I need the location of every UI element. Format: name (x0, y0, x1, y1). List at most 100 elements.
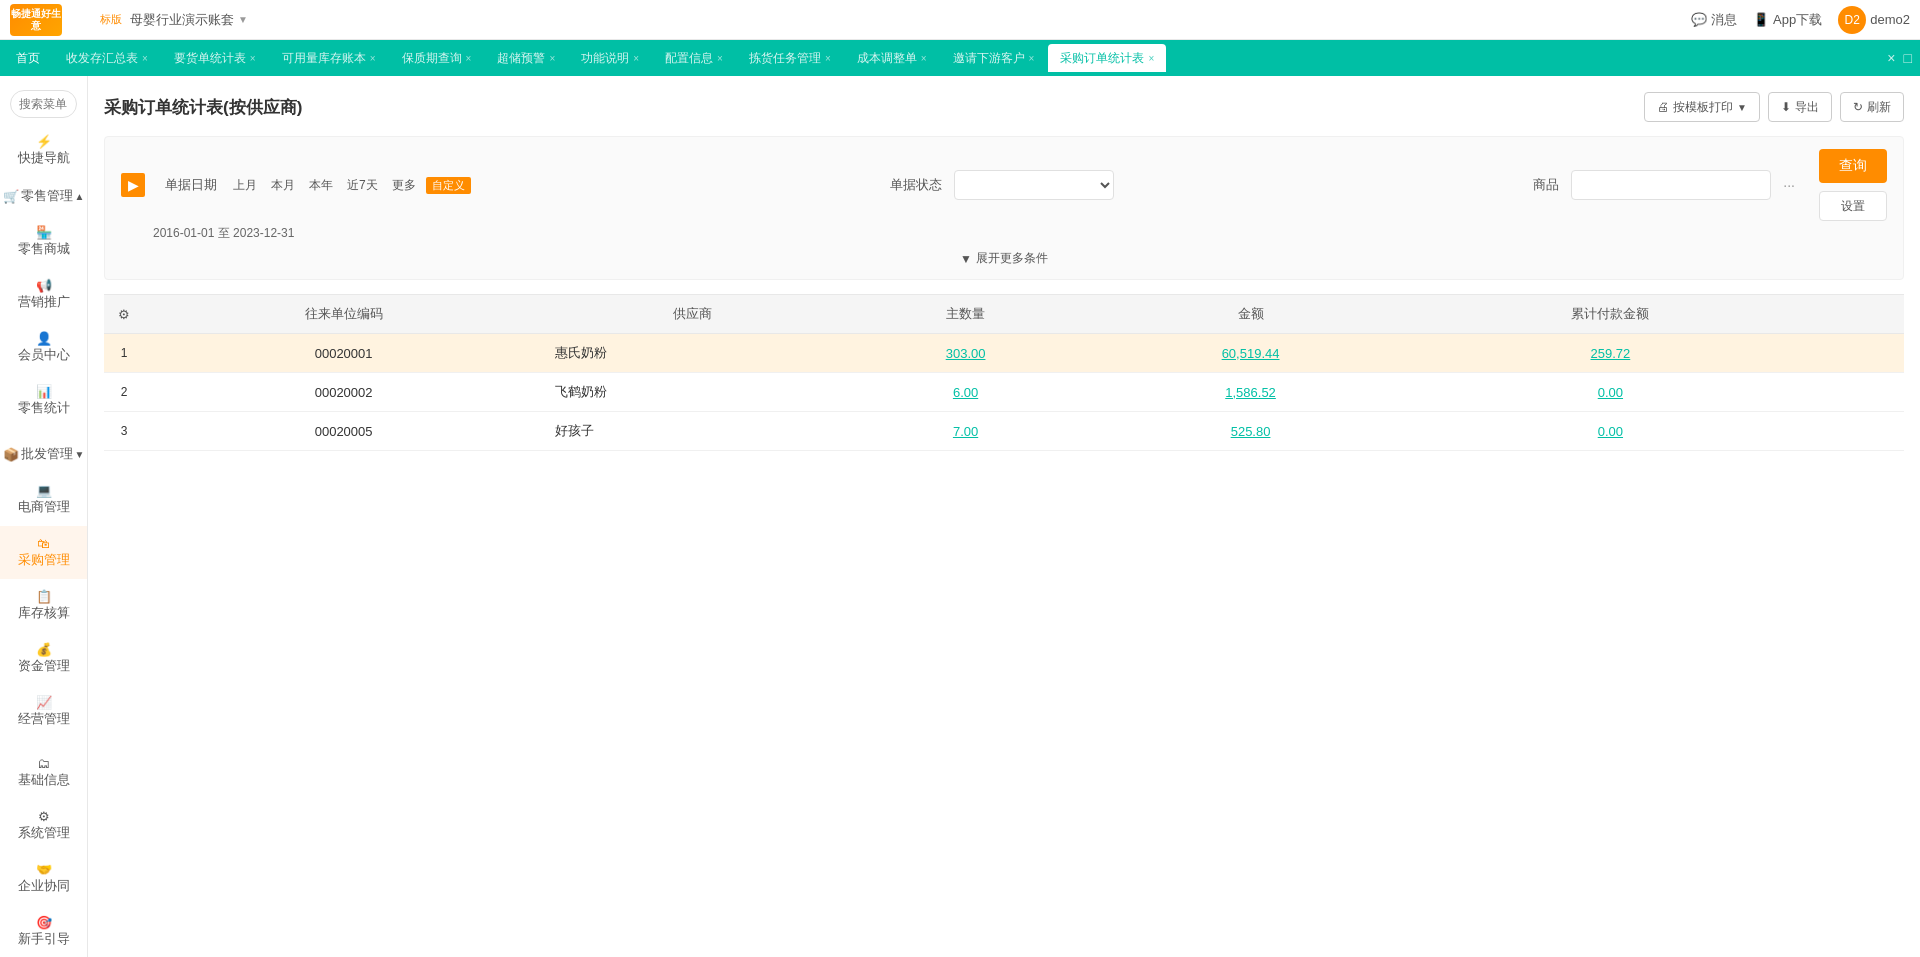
expand-down-icon: ▼ (960, 252, 972, 266)
operation-icon: 📈 (0, 695, 87, 710)
sidebar-item-ecommerce[interactable]: 💻 电商管理 (0, 473, 87, 526)
row-2-num: 2 (104, 373, 144, 412)
tab-yaoqing-label: 邀请下游客户 (953, 50, 1025, 67)
tab-gongneng-close[interactable]: × (633, 53, 639, 64)
expand-more-row: ▼ 展开更多条件 (121, 242, 1887, 267)
sidebar-item-purchase[interactable]: 🛍 采购管理 (0, 526, 87, 579)
row-1-qty[interactable]: 303.00 (841, 334, 1091, 373)
table-row: 3 00020005 好孩子 7.00 525.80 0.00 (104, 412, 1904, 451)
app-download-label: App下载 (1773, 11, 1822, 29)
sidebar-item-finance[interactable]: 💰 资金管理 (0, 632, 87, 685)
tab-home[interactable]: 首页 (4, 44, 52, 72)
row-2-amount[interactable]: 1,586.52 (1090, 373, 1410, 412)
tab-keyongliang-label: 可用量库存账本 (282, 50, 366, 67)
tab-shoufa[interactable]: 收发存汇总表 × (54, 44, 160, 72)
print-dropdown-arrow: ▼ (1737, 102, 1747, 113)
tab-chaochuyujing-close[interactable]: × (549, 53, 555, 64)
row-1-paid[interactable]: 259.72 (1411, 334, 1810, 373)
print-btn[interactable]: 🖨 按模板打印 ▼ (1644, 92, 1760, 122)
app-download-btn[interactable]: 📱 App下载 (1753, 11, 1822, 29)
tab-chaochuyujing[interactable]: 超储预警 × (485, 44, 567, 72)
tab-gongneng[interactable]: 功能说明 × (569, 44, 651, 72)
th-supplier: 供应商 (543, 295, 841, 334)
tab-keyongliang[interactable]: 可用量库存账本 × (270, 44, 388, 72)
tab-chengben-close[interactable]: × (921, 53, 927, 64)
message-btn[interactable]: 💬 消息 (1691, 11, 1737, 29)
tab-caigou[interactable]: 采购订单统计表 × (1048, 44, 1166, 72)
row-3-paid[interactable]: 0.00 (1411, 412, 1810, 451)
tab-baoquan[interactable]: 保质期查询 × (390, 44, 484, 72)
tab-shoufa-close[interactable]: × (142, 53, 148, 64)
row-2-qty[interactable]: 6.00 (841, 373, 1091, 412)
tab-caigou-close[interactable]: × (1148, 53, 1154, 64)
title-actions: 🖨 按模板打印 ▼ ⬇ 导出 ↻ 刷新 (1644, 92, 1904, 122)
print-label: 按模板打印 (1673, 99, 1733, 116)
tab-yaoqing-close[interactable]: × (1029, 53, 1035, 64)
shortcut-more[interactable]: 更多 (388, 175, 420, 196)
tab-shoufa-label: 收发存汇总表 (66, 50, 138, 67)
sidebar-item-member[interactable]: 👤 会员中心 (0, 321, 87, 374)
shortcut-this-month[interactable]: 本月 (267, 175, 299, 196)
tab-yaohuo-close[interactable]: × (250, 53, 256, 64)
app-logo: 畅捷通好生意 (10, 4, 62, 36)
sidebar-item-quicknav[interactable]: ⚡ 快捷导航 (0, 124, 87, 177)
window-controls: × □ (1887, 50, 1916, 66)
status-filter-label: 单据状态 (890, 176, 942, 194)
sidebar-item-system[interactable]: ⚙ 系统管理 (0, 799, 87, 852)
status-select[interactable] (954, 170, 1114, 200)
user-area[interactable]: D2 demo2 (1838, 6, 1910, 34)
filter-toggle-btn[interactable]: ▶ (121, 173, 145, 197)
export-btn[interactable]: ⬇ 导出 (1768, 92, 1832, 122)
tab-chengben[interactable]: 成本调整单 × (845, 44, 939, 72)
tab-baoquan-close[interactable]: × (466, 53, 472, 64)
window-maximize-btn[interactable]: □ (1904, 50, 1912, 66)
row-3-qty[interactable]: 7.00 (841, 412, 1091, 451)
sidebar-item-marketing[interactable]: 📢 营销推广 (0, 268, 87, 321)
sidebar-item-inventory[interactable]: 📋 库存核算 (0, 579, 87, 632)
sidebar-item-basic[interactable]: 🗂 基础信息 (0, 746, 87, 799)
search-btn[interactable]: 查询 (1819, 149, 1887, 183)
tab-peizhi-close[interactable]: × (717, 53, 723, 64)
nav-tabs: 首页 收发存汇总表 × 要货单统计表 × 可用量库存账本 × 保质期查询 × 超… (0, 40, 1920, 76)
sidebar-item-retailstat[interactable]: 📊 零售统计 (0, 374, 87, 427)
company-selector[interactable]: 母婴行业演示账套 ▼ (122, 11, 256, 29)
tab-yaoqing[interactable]: 邀请下游客户 × (941, 44, 1047, 72)
tab-paihuo[interactable]: 拣货任务管理 × (737, 44, 843, 72)
sidebar-item-retail[interactable]: 🛒 零售管理 ▲ (0, 177, 87, 215)
expand-more-btn[interactable]: ▼ 展开更多条件 (960, 250, 1048, 267)
search-input[interactable] (10, 90, 77, 118)
ecommerce-label: 电商管理 (0, 498, 87, 516)
tab-yaohuo[interactable]: 要货单统计表 × (162, 44, 268, 72)
refresh-btn[interactable]: ↻ 刷新 (1840, 92, 1904, 122)
row-3-amount[interactable]: 525.80 (1090, 412, 1410, 451)
row-2-code: 00020002 (144, 373, 543, 412)
sidebar-item-operation[interactable]: 📈 经营管理 (0, 685, 87, 738)
goods-filter-label: 商品 (1533, 176, 1559, 194)
newguide-icon: 🎯 (0, 915, 87, 930)
row-1-code: 00020001 (144, 334, 543, 373)
shortcut-this-year[interactable]: 本年 (305, 175, 337, 196)
date-custom-badge[interactable]: 自定义 (426, 177, 471, 194)
export-icon: ⬇ (1781, 100, 1791, 114)
quicknav-icon: ⚡ (0, 134, 87, 149)
shortcut-7days[interactable]: 近7天 (343, 175, 382, 196)
sidebar-item-newguide[interactable]: 🎯 新手引导 (0, 905, 87, 957)
sidebar-item-wholesale[interactable]: 📦 批发管理 ▼ (0, 435, 87, 473)
th-settings[interactable]: ⚙ (104, 295, 144, 334)
sidebar-item-enterprise[interactable]: 🤝 企业协同 (0, 852, 87, 905)
marketing-label: 营销推广 (0, 293, 87, 311)
tab-peizhi[interactable]: 配置信息 × (653, 44, 735, 72)
tab-keyongliang-close[interactable]: × (370, 53, 376, 64)
tab-baoquan-label: 保质期查询 (402, 50, 462, 67)
goods-input-more[interactable]: ··· (1783, 177, 1795, 193)
settings-btn[interactable]: 设置 (1819, 191, 1887, 221)
th-paid: 累计付款金额 (1411, 295, 1810, 334)
row-2-paid[interactable]: 0.00 (1411, 373, 1810, 412)
row-1-amount[interactable]: 60,519.44 (1090, 334, 1410, 373)
enterprise-icon: 🤝 (0, 862, 87, 877)
tab-paihuo-close[interactable]: × (825, 53, 831, 64)
goods-input[interactable] (1571, 170, 1771, 200)
shortcut-last-month[interactable]: 上月 (229, 175, 261, 196)
sidebar-item-retailshop[interactable]: 🏪 零售商城 (0, 215, 87, 268)
window-close-btn[interactable]: × (1887, 50, 1895, 66)
